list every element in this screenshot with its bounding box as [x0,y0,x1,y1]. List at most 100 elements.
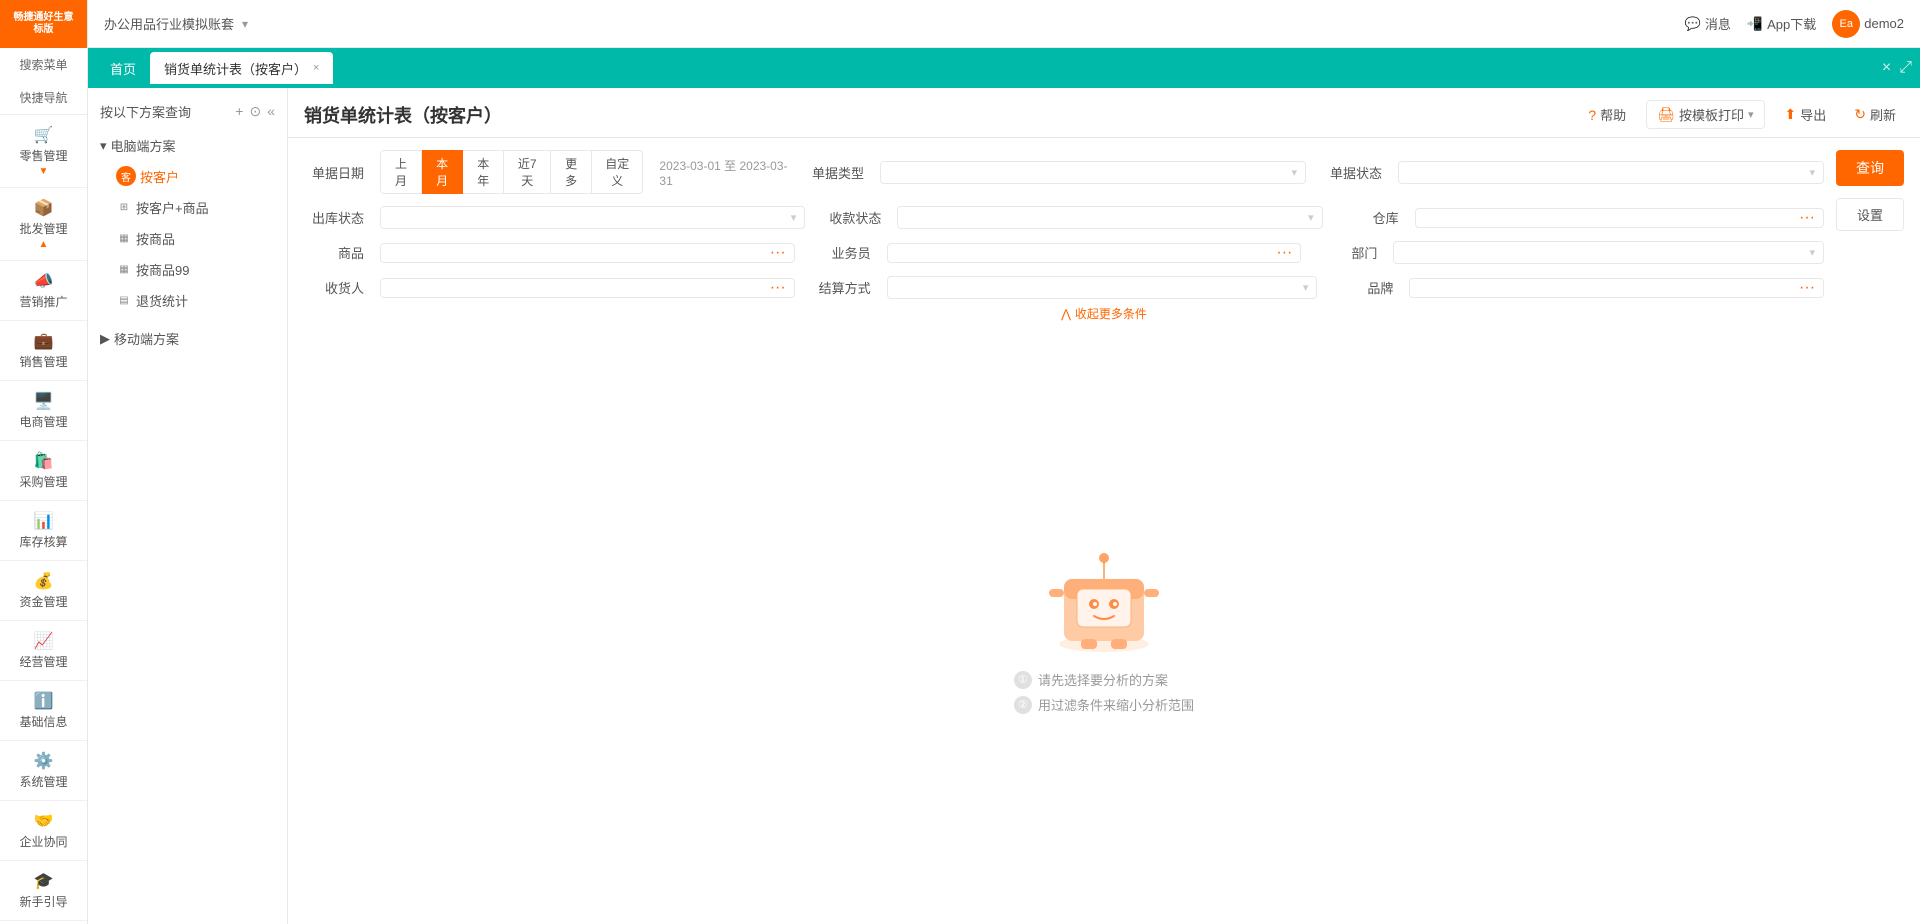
brand-label: 品牌 [1333,278,1393,297]
tree-group-pc-label[interactable]: ▾ 电脑端方案 [88,131,287,160]
inventory-icon: 📊 [34,511,54,531]
return-icon: ▤ [116,293,132,309]
date-btn-custom[interactable]: 自定义 [592,150,643,194]
tab-maximize-btn[interactable]: ⤢ [1899,59,1912,77]
date-btn-this-month[interactable]: 本月 [422,150,463,194]
settlement-select[interactable]: ▾ [887,276,1318,299]
sidebar-item-ecommerce[interactable]: 🖥️ 电商管理 [0,381,87,441]
app-logo: 畅捷通好生意 标版 [0,0,87,48]
wholesale-icon: 📦 [34,198,54,218]
department-arrow: ▾ [1809,246,1815,259]
date-btn-more[interactable]: 更多 [551,150,592,194]
date-btn-7days[interactable]: 近7天 [504,150,551,194]
tree-group-mobile: ▶ 移动端方案 [88,320,287,357]
bill-status-select[interactable]: ▾ [1398,161,1824,184]
left-panel-title: 按以下方案查询 [100,102,191,121]
sidebar-item-management[interactable]: 📈 经营管理 [0,621,87,681]
filter-row-2: 出库状态 ▾ 收款状态 ▾ 仓库 [304,206,1824,229]
message-action[interactable]: 💬 消息 [1685,14,1731,33]
tree-item-goods99[interactable]: ▦ 按商品99 [88,254,287,285]
tab-close-icon[interactable]: × [313,62,319,74]
salesperson-label: 业务员 [811,243,871,262]
export-icon: ⬆ [1785,106,1797,123]
content: 按以下方案查询 + ⊙ « ▾ 电脑端方案 客 按客户 ⊞ [88,88,1920,924]
tree-item-by-customer[interactable]: 客 按客户 [88,160,287,192]
tree-item-customer-goods[interactable]: ⊞ 按客户+商品 [88,192,287,223]
empty-state: ① 请先选择要分析的方案 ② 用过滤条件来缩小分析范围 [1014,544,1194,720]
finance-icon: 💰 [34,571,54,591]
top-header-right: 💬 消息 📲 App下载 Ea demo2 [1685,10,1904,38]
customer-scheme-icon: 客 [116,166,136,186]
sidebar-search[interactable]: 搜索菜单 [0,48,87,81]
sidebar-item-guide[interactable]: 🎓 新手引导 [0,861,87,921]
tab-active[interactable]: 销货单统计表（按客户） × [150,52,333,84]
customer-goods-icon: ⊞ [116,200,132,216]
brand-ellipsis[interactable]: ··· [1791,279,1823,297]
avatar: Ea [1832,10,1860,38]
empty-hint-1: ① 请先选择要分析的方案 [1014,670,1194,689]
filter-area: 单据日期 上月 本月 本年 近7天 更多 自定义 20 [288,138,1920,340]
page-header: 销货单统计表（按客户） ? 帮助 🖨 按模板打印 ▾ ⬆ 导出 [288,88,1920,138]
tab-bar: 首页 销货单统计表（按客户） × × ⤢ [88,48,1920,88]
add-scheme-icon[interactable]: + [235,103,243,120]
settings-scheme-icon[interactable]: ⊙ [249,103,261,120]
goods-ellipsis[interactable]: ··· [762,244,794,262]
sidebar-item-sales[interactable]: 💼 销售管理 [0,321,87,381]
warehouse-label: 仓库 [1339,208,1399,227]
user-action[interactable]: Ea demo2 [1832,10,1904,38]
date-btn-this-year[interactable]: 本年 [463,150,504,194]
goods-icon: ▦ [116,231,132,247]
warehouse-ellipsis[interactable]: ··· [1791,209,1823,227]
tab-home[interactable]: 首页 [96,52,150,84]
sidebar-item-wholesale[interactable]: 📦 批发管理 ▲ [0,188,87,261]
sidebar-item-basic[interactable]: ℹ️ 基础信息 [0,681,87,741]
sidebar-item-retail[interactable]: 🛒 零售管理 ▼ [0,115,87,188]
enterprise-icon: 🤝 [34,811,54,831]
sidebar-item-marketing[interactable]: 📣 营销推广 [0,261,87,321]
template-print-btn[interactable]: 🖨 按模板打印 ▾ [1646,100,1764,129]
date-btn-last-month[interactable]: 上月 [380,150,422,194]
tree-expand-icon: ▾ [100,138,107,154]
sidebar-shortcut[interactable]: 快捷导航 [0,81,87,115]
ecommerce-icon: 🖥️ [34,391,54,411]
management-icon: 📈 [34,631,54,651]
help-btn[interactable]: ? 帮助 [1580,101,1634,128]
app-download-action[interactable]: 📲 App下载 [1747,14,1816,33]
sidebar-item-finance[interactable]: 💰 资金管理 [0,561,87,621]
department-select[interactable]: ▾ [1393,241,1824,264]
message-icon: 💬 [1685,16,1701,32]
collapse-filter-btn[interactable]: ⋀ 收起更多条件 [304,299,1904,328]
refresh-btn[interactable]: ↻ 刷新 [1846,101,1904,128]
tab-bar-right: × ⤢ [1882,59,1912,77]
tree-mobile-expand-icon: ▶ [100,331,110,347]
sidebar-item-purchase[interactable]: 🛍️ 采购管理 [0,441,87,501]
collapse-panel-icon[interactable]: « [267,103,275,120]
salesperson-ellipsis[interactable]: ··· [1268,244,1300,262]
settings-button[interactable]: 设置 [1836,198,1904,231]
receipt-status-select[interactable]: ▾ [897,206,1322,229]
bill-type-select[interactable]: ▾ [880,161,1306,184]
right-panel: 销货单统计表（按客户） ? 帮助 🖨 按模板打印 ▾ ⬆ 导出 [288,88,1920,924]
industry-dropdown[interactable]: ▾ [242,17,248,31]
tree-item-return[interactable]: ▤ 退货统计 [88,285,287,316]
tree-item-goods[interactable]: ▦ 按商品 [88,223,287,254]
sidebar-item-enterprise[interactable]: 🤝 企业协同 [0,801,87,861]
tree-group-mobile-label[interactable]: ▶ 移动端方案 [88,324,287,353]
marketing-icon: 📣 [34,271,54,291]
retail-icon: 🛒 [34,125,54,145]
query-button[interactable]: 查询 [1836,150,1904,186]
tab-minimize-btn[interactable]: × [1882,59,1891,77]
collapse-arrow-icon: ⋀ [1061,307,1071,321]
help-icon: ? [1588,107,1596,123]
tree-group-pc: ▾ 电脑端方案 客 按客户 ⊞ 按客户+商品 ▦ 按商品 ▦ 按商品99 [88,127,287,320]
receiver-label: 收货人 [304,278,364,297]
sidebar-item-inventory[interactable]: 📊 库存核算 [0,501,87,561]
refresh-icon: ↻ [1854,106,1866,123]
out-status-select[interactable]: ▾ [380,206,805,229]
bill-type-label: 单据类型 [804,163,864,182]
left-panel-actions: + ⊙ « [235,103,275,120]
receiver-ellipsis[interactable]: ··· [762,279,794,297]
export-btn[interactable]: ⬆ 导出 [1777,101,1835,128]
filter-row-4: 收货人 ··· 结算方式 ▾ 品牌 [304,276,1824,299]
sidebar-item-system[interactable]: ⚙️ 系统管理 [0,741,87,801]
